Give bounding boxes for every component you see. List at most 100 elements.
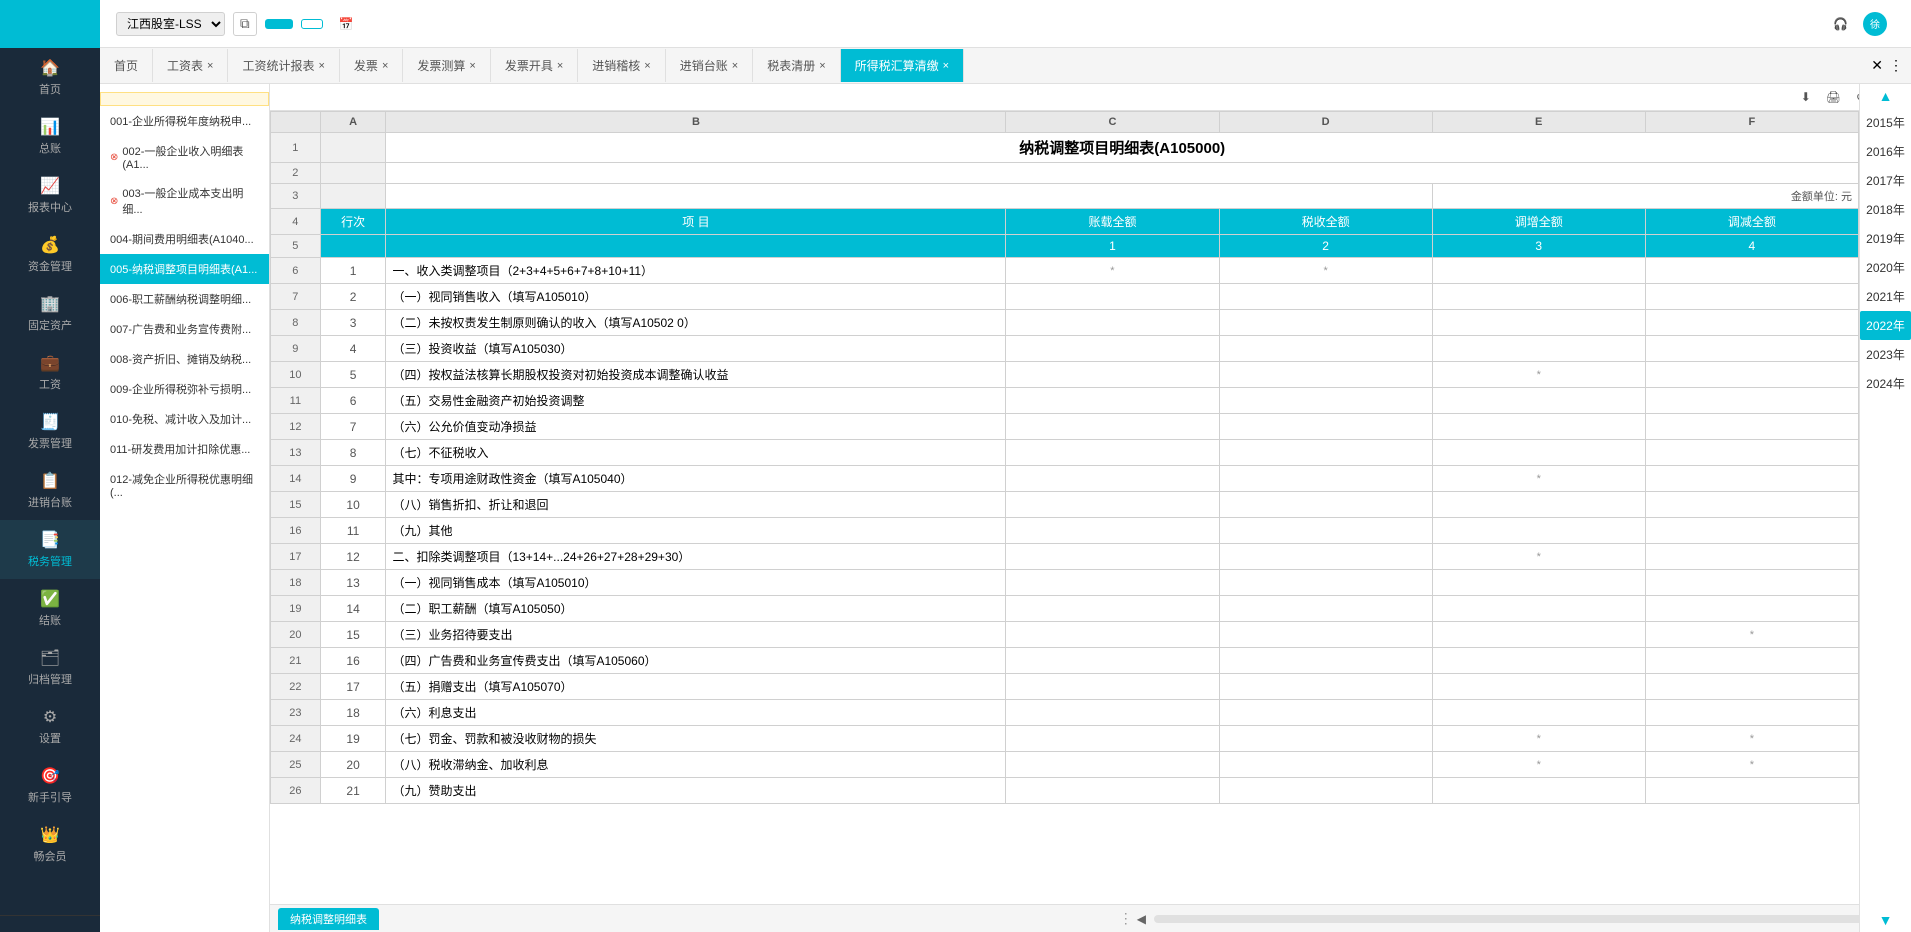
sidebar-item-tax[interactable]: 📑税务管理 [0,520,100,579]
row-c[interactable] [1006,778,1219,804]
sidebar-item-asset[interactable]: 🏢固定资产 [0,284,100,343]
row-c[interactable] [1006,726,1219,752]
row-f[interactable] [1645,674,1858,700]
tab-settings-icon[interactable]: ⋮ [1889,57,1903,74]
row-d[interactable] [1219,622,1432,648]
row-f[interactable] [1645,518,1858,544]
left-menu-008[interactable]: 008-资产折旧、摊销及纳税... [100,344,269,374]
horizontal-scrollbar[interactable] [1154,915,1886,923]
row-e[interactable] [1432,674,1645,700]
row-d[interactable] [1219,388,1432,414]
row-f[interactable] [1645,388,1858,414]
row-item[interactable]: 二、扣除类调整项目（13+14+...24+26+27+28+29+30） [386,544,1006,570]
row-item[interactable]: （九）赞助支出 [386,778,1006,804]
year-item-2015年[interactable]: 2015年 [1860,108,1911,137]
sidebar-item-member[interactable]: 👑畅会员 [0,815,100,874]
row-c[interactable] [1006,440,1219,466]
row-c[interactable] [1006,388,1219,414]
row-e[interactable] [1432,492,1645,518]
tab-工资统计报表[interactable]: 工资统计报表× [228,49,339,82]
row-e[interactable] [1432,622,1645,648]
row-d[interactable] [1219,492,1432,518]
tab-close-icon[interactable]: × [943,60,949,72]
tab-进销稽核[interactable]: 进销稽核× [578,49,665,82]
row-d[interactable] [1219,284,1432,310]
row-item[interactable]: （五）交易性金融资产初始投资调整 [386,388,1006,414]
row-f[interactable] [1645,492,1858,518]
row-f[interactable] [1645,466,1858,492]
row-item[interactable]: （四）按权益法核算长期股权投资对初始投资成本调整确认收益 [386,362,1006,388]
sidebar-item-archive[interactable]: 🗂归档管理 [0,638,100,697]
table-container[interactable]: A B C D E F 1纳税调整项目明细表(A105000)23金额单位: 元… [270,111,1911,904]
year-item-2022年[interactable]: 2022年 [1860,311,1911,340]
tab-close-icon[interactable]: × [644,60,650,72]
left-menu-005[interactable]: 005-纳税调整项目明细表(A1... [100,254,269,284]
row-e[interactable] [1432,414,1645,440]
row-item[interactable]: （七）罚金、罚款和被没收财物的损失 [386,726,1006,752]
year-item-2019年[interactable]: 2019年 [1860,224,1911,253]
tab-首页[interactable]: 首页 [100,49,153,82]
row-f[interactable] [1645,362,1858,388]
row-c[interactable] [1006,362,1219,388]
row-d[interactable] [1219,726,1432,752]
row-item[interactable]: （二）未按权责发生制原则确认的收入（填写A10502 0） [386,310,1006,336]
row-d[interactable]: * [1219,258,1432,284]
row-f[interactable]: * [1645,752,1858,778]
row-c[interactable] [1006,544,1219,570]
tab-工资表[interactable]: 工资表× [153,49,228,82]
print-button[interactable]: 🖨 [1826,90,1844,104]
row-f[interactable] [1645,700,1858,726]
row-e[interactable] [1432,778,1645,804]
left-menu-007[interactable]: 007-广告费和业务宣传费附... [100,314,269,344]
sidebar-item-invoice[interactable]: 🧾发票管理 [0,402,100,461]
calendar-icon[interactable]: 📅 [339,17,354,31]
row-d[interactable] [1219,466,1432,492]
row-d[interactable] [1219,700,1432,726]
row-e[interactable] [1432,700,1645,726]
row-e[interactable]: * [1432,726,1645,752]
row-c[interactable] [1006,700,1219,726]
sidebar-item-settings[interactable]: ⚙设置 [0,697,100,756]
year-item-2021年[interactable]: 2021年 [1860,282,1911,311]
row-e[interactable] [1432,310,1645,336]
left-menu-010[interactable]: 010-免税、减计收入及加计... [100,404,269,434]
tab-close-icon[interactable]: × [382,60,388,72]
row-item[interactable]: 一、收入类调整项目（2+3+4+5+6+7+8+10+11） [386,258,1006,284]
row-e[interactable] [1432,440,1645,466]
sidebar-item-ledger[interactable]: 📋进销台账 [0,461,100,520]
row-d[interactable] [1219,336,1432,362]
row-f[interactable]: * [1645,726,1858,752]
row-item[interactable]: （七）不征税收入 [386,440,1006,466]
row-item[interactable]: （一）视同销售成本（填写A105010） [386,570,1006,596]
row-c[interactable] [1006,414,1219,440]
row-item[interactable]: （三）投资收益（填写A105030） [386,336,1006,362]
row-d[interactable] [1219,752,1432,778]
row-f[interactable] [1645,258,1858,284]
sidebar-item-home[interactable]: 🏠首页 [0,48,100,107]
row-item[interactable]: （六）利息支出 [386,700,1006,726]
service-button[interactable]: 🎧 [1833,17,1851,31]
left-menu-006[interactable]: 006-职工薪酬纳税调整明细... [100,284,269,314]
row-f[interactable] [1645,310,1858,336]
row-e[interactable]: * [1432,362,1645,388]
row-d[interactable] [1219,674,1432,700]
row-c[interactable] [1006,648,1219,674]
tab-close-icon[interactable]: × [557,60,563,72]
year-item-2017年[interactable]: 2017年 [1860,166,1911,195]
row-f[interactable] [1645,570,1858,596]
row-d[interactable] [1219,414,1432,440]
row-d[interactable] [1219,544,1432,570]
left-menu-003[interactable]: ⊗003-一般企业成本支出明细... [100,178,269,224]
sidebar-item-close[interactable]: ✅结账 [0,579,100,638]
download-button[interactable]: ⬇ [1801,90,1814,104]
tab-所得税汇算清缴[interactable]: 所得税汇算清缴× [841,49,964,82]
bottom-tab-纳税调整明细表[interactable]: 纳税调整明细表 [278,908,379,930]
row-item[interactable]: （八）销售折扣、折让和退回 [386,492,1006,518]
row-item[interactable]: （一）视同销售收入（填写A105010） [386,284,1006,310]
row-item[interactable]: （三）业务招待要支出 [386,622,1006,648]
unpin-button[interactable] [0,915,100,932]
left-menu-001[interactable]: 001-企业所得税年度纳税申... [100,106,269,136]
tab-close-icon[interactable]: × [732,60,738,72]
tab-税表清册[interactable]: 税表清册× [753,49,840,82]
row-e[interactable]: * [1432,752,1645,778]
